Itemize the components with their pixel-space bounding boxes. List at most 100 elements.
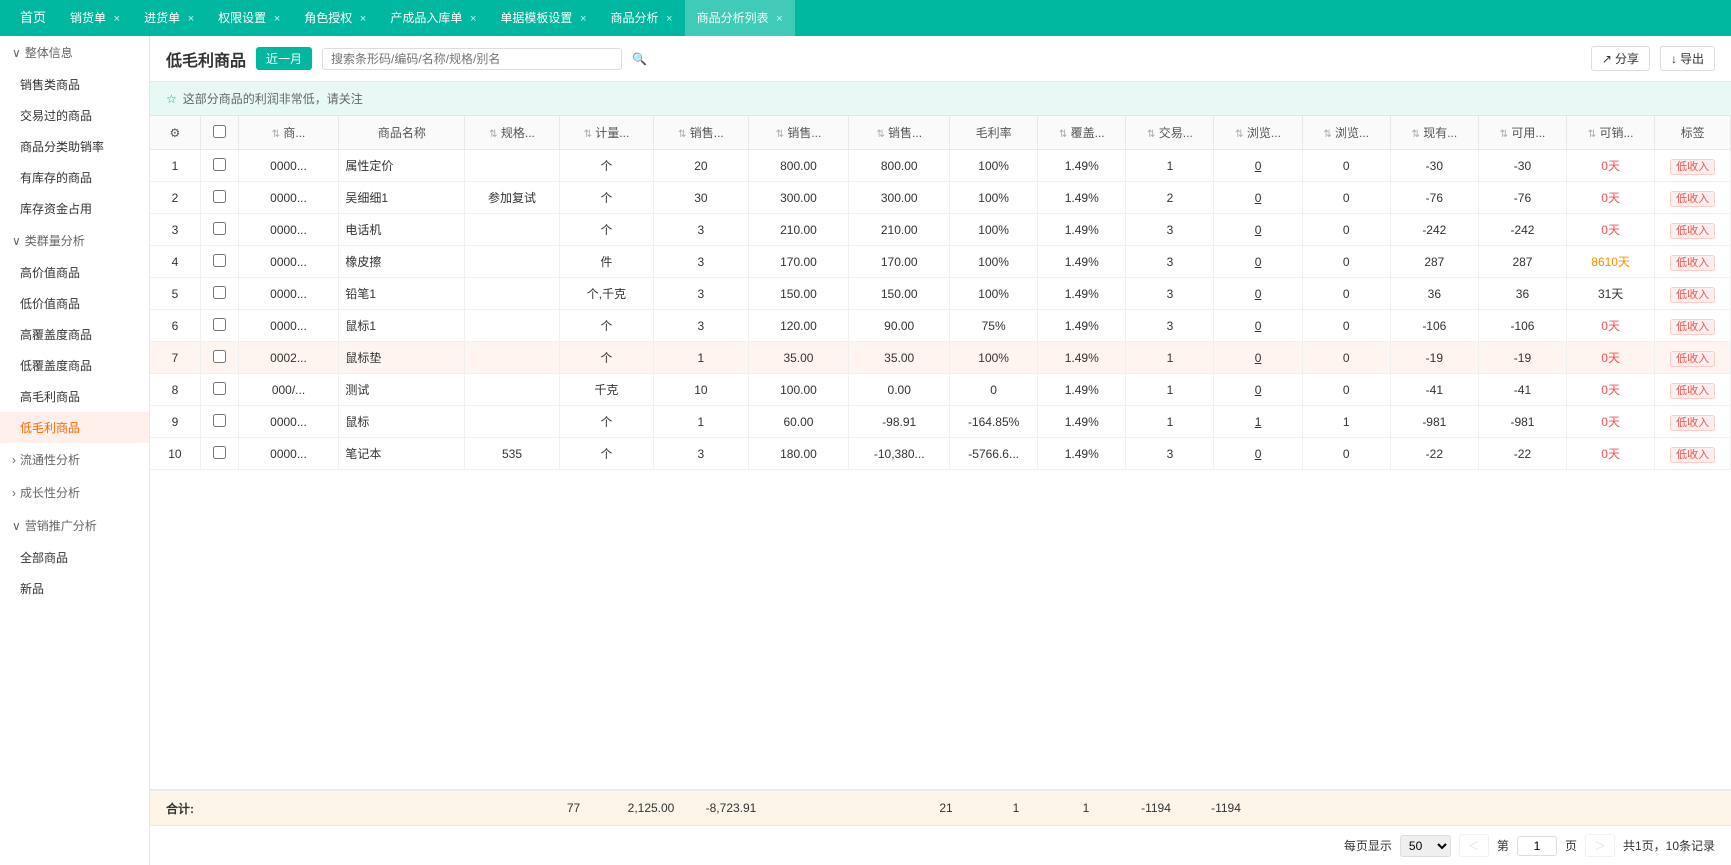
sort-icon-cover: ⇅ xyxy=(1059,129,1067,140)
cell-chk[interactable] xyxy=(200,342,238,374)
cell-browse1[interactable]: 0 xyxy=(1214,438,1302,470)
prev-page-btn[interactable]: ＜ xyxy=(1459,834,1489,857)
row-checkbox[interactable] xyxy=(213,318,226,331)
row-checkbox[interactable] xyxy=(213,286,226,299)
row-checkbox[interactable] xyxy=(213,254,226,267)
col-header-trade[interactable]: ⇅ 交易... xyxy=(1126,116,1214,150)
cell-cover: 1.49% xyxy=(1038,406,1126,438)
col-header-name[interactable]: 商品名称 xyxy=(339,116,465,150)
sidebar-item-low-gross[interactable]: 低毛利商品 xyxy=(0,412,149,443)
sidebar-item-high-gross[interactable]: 高毛利商品 xyxy=(0,381,149,412)
cell-chk[interactable] xyxy=(200,406,238,438)
col-header-browse2[interactable]: ⇅ 浏览... xyxy=(1302,116,1390,150)
col-header-sale-num[interactable]: ⇅ 销售... xyxy=(654,116,748,150)
sidebar-item-high-coverage[interactable]: 高覆盖度商品 xyxy=(0,319,149,350)
sidebar-section-circulation[interactable]: › 流通性分析 xyxy=(0,443,149,476)
nav-permissions[interactable]: 权限设置 × xyxy=(206,0,292,36)
cell-browse1[interactable]: 0 xyxy=(1214,310,1302,342)
nav-product-analysis-list[interactable]: 商品分析列表 × xyxy=(685,0,795,36)
sidebar-item-sales-products[interactable]: 销售类商品 xyxy=(0,69,149,100)
sidebar-section-marketing[interactable]: ∨ 营销推广分析 xyxy=(0,509,149,542)
col-header-stock[interactable]: ⇅ 现有... xyxy=(1390,116,1478,150)
row-checkbox[interactable] xyxy=(213,414,226,427)
cell-browse1[interactable]: 0 xyxy=(1214,246,1302,278)
select-all-checkbox[interactable] xyxy=(213,125,226,138)
col-header-browse1[interactable]: ⇅ 浏览... xyxy=(1214,116,1302,150)
share-btn[interactable]: ↗ 分享 xyxy=(1591,46,1650,71)
sidebar-item-category-rate[interactable]: 商品分类助销率 xyxy=(0,131,149,162)
cell-browse1[interactable]: 0 xyxy=(1214,374,1302,406)
cell-browse1[interactable]: 1 xyxy=(1214,406,1302,438)
cell-chk[interactable] xyxy=(200,182,238,214)
sidebar-item-new-products[interactable]: 新品 xyxy=(0,573,149,604)
nav-product-analysis-close[interactable]: × xyxy=(666,13,672,25)
next-page-btn[interactable]: ＞ xyxy=(1585,834,1615,857)
sidebar-item-stocked-products[interactable]: 有库存的商品 xyxy=(0,162,149,193)
sidebar-item-high-value[interactable]: 高价值商品 xyxy=(0,257,149,288)
col-header-code[interactable]: ⇅ 商... xyxy=(238,116,339,150)
col-header-tag[interactable]: 标签 xyxy=(1655,116,1731,150)
col-header-gross[interactable]: 毛利率 xyxy=(950,116,1038,150)
nav-purchase[interactable]: 进货单 × xyxy=(132,0,206,36)
col-header-avail[interactable]: ⇅ 可用... xyxy=(1478,116,1566,150)
col-header-sale-profit[interactable]: ⇅ 销售... xyxy=(849,116,950,150)
nav-roles-close[interactable]: × xyxy=(360,13,366,25)
nav-roles[interactable]: 角色授权 × xyxy=(292,0,378,36)
cell-chk[interactable] xyxy=(200,214,238,246)
cell-chk[interactable] xyxy=(200,310,238,342)
nav-product-analysis-list-close[interactable]: × xyxy=(776,13,782,25)
filter-month-btn[interactable]: 近一月 xyxy=(256,47,312,70)
sidebar-item-traded-products[interactable]: 交易过的商品 xyxy=(0,100,149,131)
row-checkbox[interactable] xyxy=(213,222,226,235)
col-header-checkbox[interactable] xyxy=(200,116,238,150)
col-header-saleable[interactable]: ⇅ 可销... xyxy=(1567,116,1655,150)
cell-sale-num: 3 xyxy=(654,438,748,470)
col-header-cover[interactable]: ⇅ 覆盖... xyxy=(1038,116,1126,150)
cell-code: 0000... xyxy=(238,214,339,246)
col-header-unit[interactable]: ⇅ 计量... xyxy=(559,116,653,150)
cell-chk[interactable] xyxy=(200,150,238,182)
sidebar-section-growth[interactable]: › 成长性分析 xyxy=(0,476,149,509)
nav-product-entry[interactable]: 产成品入库单 × xyxy=(378,0,488,36)
export-btn[interactable]: ↓ 导出 xyxy=(1660,46,1715,71)
cell-chk[interactable] xyxy=(200,374,238,406)
nav-product-analysis[interactable]: 商品分析 × xyxy=(598,0,684,36)
sidebar-section-overall[interactable]: ∨ 整体信息 xyxy=(0,36,149,69)
cell-browse1[interactable]: 0 xyxy=(1214,214,1302,246)
cell-chk[interactable] xyxy=(200,278,238,310)
cell-browse1[interactable]: 0 xyxy=(1214,278,1302,310)
cell-browse1[interactable]: 0 xyxy=(1214,182,1302,214)
per-page-select[interactable]: 50 100 200 xyxy=(1400,835,1451,857)
row-checkbox[interactable] xyxy=(213,446,226,459)
cell-chk[interactable] xyxy=(200,246,238,278)
row-checkbox[interactable] xyxy=(213,158,226,171)
sidebar-item-all-products[interactable]: 全部商品 xyxy=(0,542,149,573)
row-checkbox[interactable] xyxy=(213,350,226,363)
nav-sales-close[interactable]: × xyxy=(114,13,120,25)
sidebar-section-cluster[interactable]: ∨ 类群量分析 xyxy=(0,224,149,257)
search-input[interactable] xyxy=(322,48,622,70)
row-checkbox[interactable] xyxy=(213,382,226,395)
col-header-spec[interactable]: ⇅ 规格... xyxy=(465,116,559,150)
data-table-wrapper[interactable]: ⚙ ⇅ 商... 商品名称 ⇅ 规格... ⇅ 计量 xyxy=(150,116,1731,789)
cell-browse1[interactable]: 0 xyxy=(1214,150,1302,182)
sidebar-item-low-coverage[interactable]: 低覆盖度商品 xyxy=(0,350,149,381)
cell-unit: 个 xyxy=(559,182,653,214)
sidebar-item-low-value[interactable]: 低价值商品 xyxy=(0,288,149,319)
nav-purchase-close[interactable]: × xyxy=(188,13,194,25)
col-header-settings[interactable]: ⚙ xyxy=(150,116,200,150)
nav-permissions-close[interactable]: × xyxy=(274,13,280,25)
cell-browse1[interactable]: 0 xyxy=(1214,342,1302,374)
nav-sales[interactable]: 销货单 × xyxy=(58,0,132,36)
col-header-sale-amt[interactable]: ⇅ 销售... xyxy=(748,116,849,150)
sidebar-item-inventory-capital[interactable]: 库存资金占用 xyxy=(0,193,149,224)
cell-chk[interactable] xyxy=(200,438,238,470)
cell-browse2: 0 xyxy=(1302,182,1390,214)
search-icon-btn[interactable]: 🔍 xyxy=(632,52,647,66)
page-number-input[interactable] xyxy=(1517,836,1557,856)
row-checkbox[interactable] xyxy=(213,190,226,203)
nav-template-close[interactable]: × xyxy=(580,13,586,25)
nav-template[interactable]: 单据模板设置 × xyxy=(488,0,598,36)
nav-home[interactable]: 首页 xyxy=(8,0,58,36)
nav-product-entry-close[interactable]: × xyxy=(470,13,476,25)
